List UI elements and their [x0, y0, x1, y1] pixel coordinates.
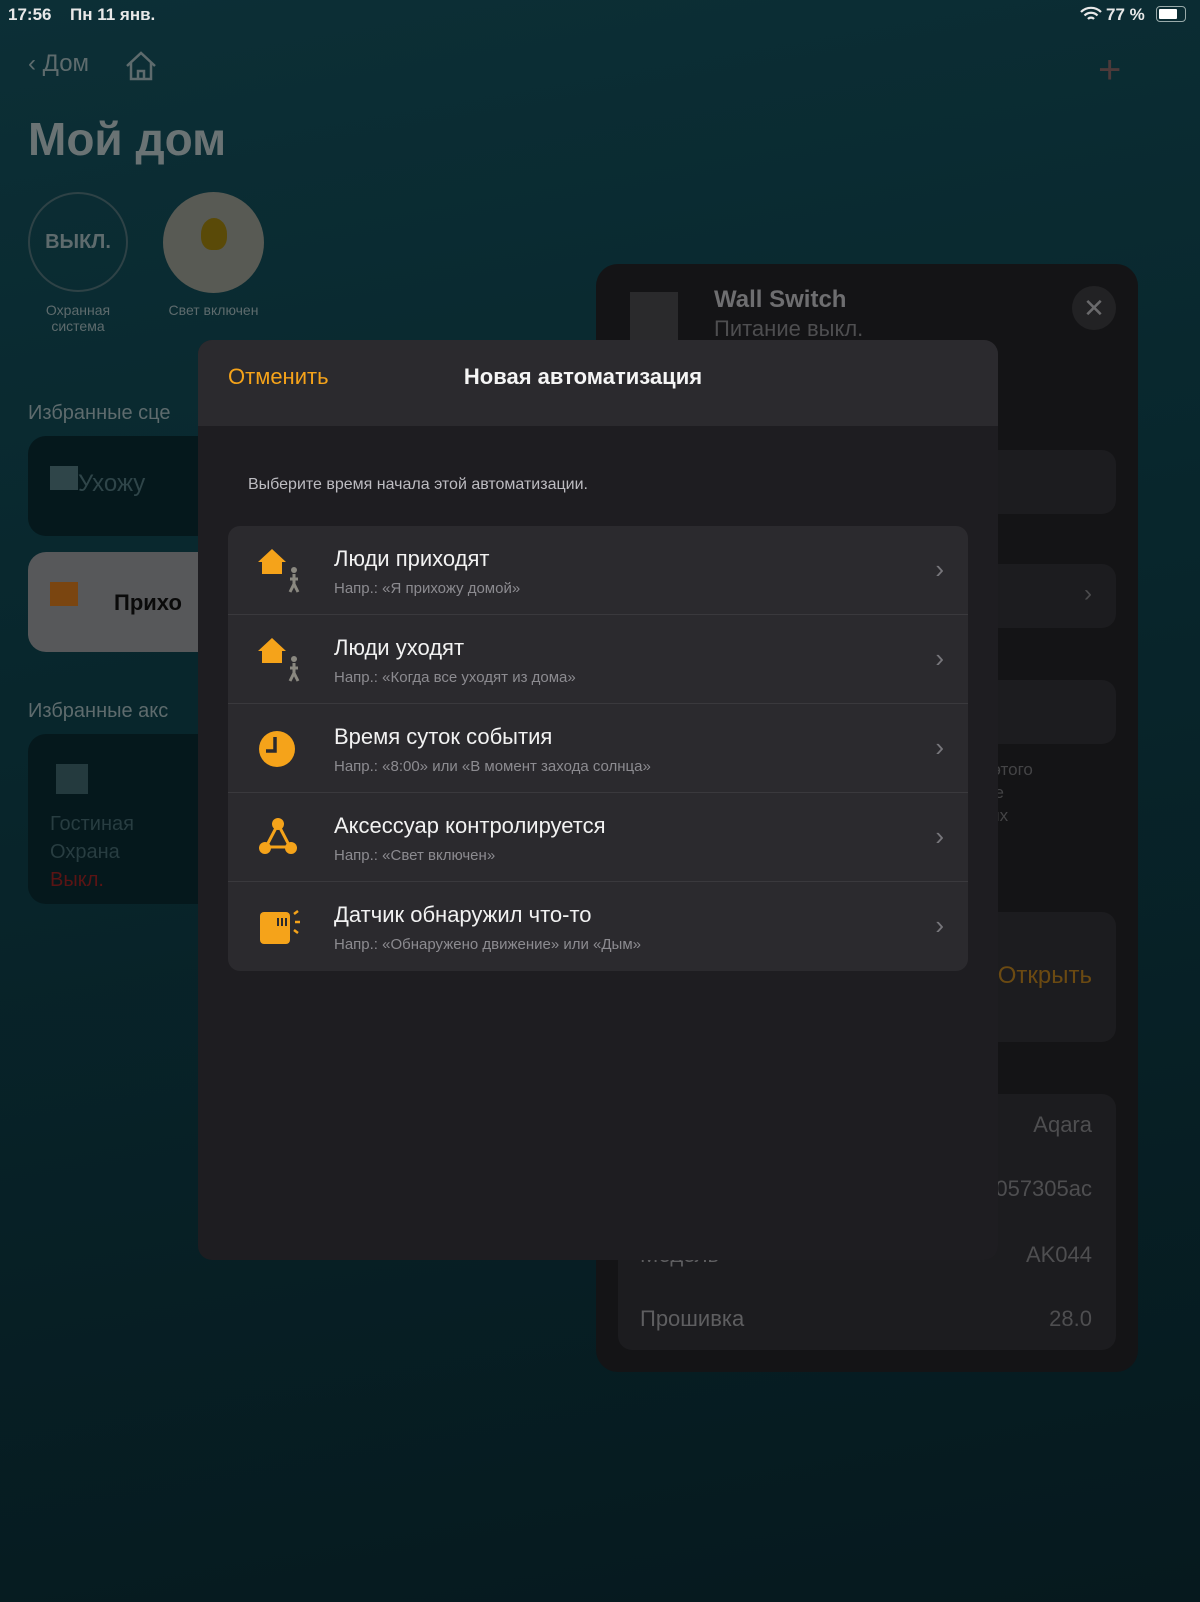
wifi-icon [1080, 6, 1102, 20]
new-automation-modal: Отменить Новая автоматизация Выберите вр… [198, 340, 998, 1260]
modal-header: Отменить Новая автоматизация [198, 340, 998, 426]
accessory-room: Гостиная [50, 813, 134, 835]
modal-title: Новая автоматизация [463, 364, 703, 389]
favorite-accessories-header: Избранные акс [28, 700, 169, 722]
trigger-subtitle: Напр.: «Свет включен» [334, 847, 496, 864]
house-person-icon [258, 549, 300, 593]
trigger-subtitle: Напр.: «8:00» или «В момент захода солнц… [334, 758, 651, 775]
accessory-state: Выкл. [50, 869, 104, 891]
open-button[interactable]: Открыть [998, 962, 1092, 990]
lightbulb-icon [201, 218, 227, 250]
trigger-title: Люди приходят [334, 546, 490, 571]
trigger-title: Время суток события [334, 724, 553, 749]
trigger-people-leave[interactable]: Люди уходят Напр.: «Когда все уходят из … [228, 615, 968, 704]
chevron-right-icon: › [935, 732, 944, 762]
chevron-right-icon: › [935, 821, 944, 851]
house-person-icon [50, 582, 78, 606]
favorite-scenes-header: Избранные сце [28, 402, 171, 424]
battery-percent: 77 % [1106, 5, 1145, 24]
firmware-label: Прошивка [640, 1306, 745, 1331]
status-time: 17:56 [8, 5, 52, 24]
trigger-accessory-controlled[interactable]: Аксессуар контролируется Напр.: «Свет вк… [228, 793, 968, 882]
house-person-icon [258, 638, 300, 682]
chevron-right-icon: › [935, 554, 944, 584]
firmware-value: 28.0 [1049, 1306, 1092, 1331]
trigger-list: Люди приходят Напр.: «Я прихожу домой» ›… [228, 526, 968, 971]
manufacturer-value: Aqara [1033, 1112, 1092, 1137]
trigger-time-of-day[interactable]: Время суток события Напр.: «8:00» или «В… [228, 704, 968, 793]
home-icon[interactable] [124, 50, 158, 82]
trigger-title: Люди уходят [334, 635, 465, 660]
chevron-right-icon: › [1084, 580, 1092, 607]
light-label: Свет включен [168, 302, 259, 318]
light-button[interactable] [163, 192, 264, 293]
security-label: Охранная система [45, 302, 111, 334]
sensor-icon [260, 910, 300, 944]
model-value: AK044 [1025, 1242, 1092, 1267]
scene-arrive-label: Прихо [114, 590, 182, 615]
trigger-title: Датчик обнаружил что-то [334, 902, 592, 927]
security-icon [56, 764, 88, 794]
panel-subtitle: Питание выкл. [714, 316, 864, 341]
trigger-people-arrive[interactable]: Люди приходят Напр.: «Я прихожу домой» › [228, 526, 968, 615]
clock-icon [259, 731, 295, 767]
panel-title: Wall Switch [714, 286, 847, 313]
scene-leave-label: Ухожу [78, 470, 146, 497]
add-icon[interactable]: + [1098, 48, 1121, 93]
trigger-subtitle: Напр.: «Обнаружено движение» или «Дым» [334, 936, 641, 953]
close-button[interactable]: ✕ [1072, 286, 1116, 330]
back-label: Дом [42, 50, 90, 77]
status-date: Пн 11 янв. [70, 5, 156, 24]
serial-value: 057305ac [995, 1176, 1092, 1201]
trigger-subtitle: Напр.: «Я прихожу домой» [334, 580, 521, 597]
modal-prompt: Выберите время начала этой автоматизации… [248, 476, 588, 493]
house-person-icon [50, 466, 78, 490]
accessory-name: Охрана [50, 841, 120, 863]
chevron-right-icon: › [935, 910, 944, 940]
security-system-button[interactable]: ВЫКЛ. [28, 192, 128, 292]
trigger-subtitle: Напр.: «Когда все уходят из дома» [334, 669, 576, 686]
back-button[interactable]: ‹ Дом [28, 50, 89, 78]
chevron-right-icon: › [935, 643, 944, 673]
battery-icon [1156, 6, 1186, 22]
page-title: Мой дом [28, 113, 227, 165]
trigger-title: Аксессуар контролируется [334, 813, 606, 838]
accessory-network-icon [259, 818, 297, 854]
trigger-sensor-detected[interactable]: Датчик обнаружил что-то Напр.: «Обнаруже… [228, 882, 968, 971]
